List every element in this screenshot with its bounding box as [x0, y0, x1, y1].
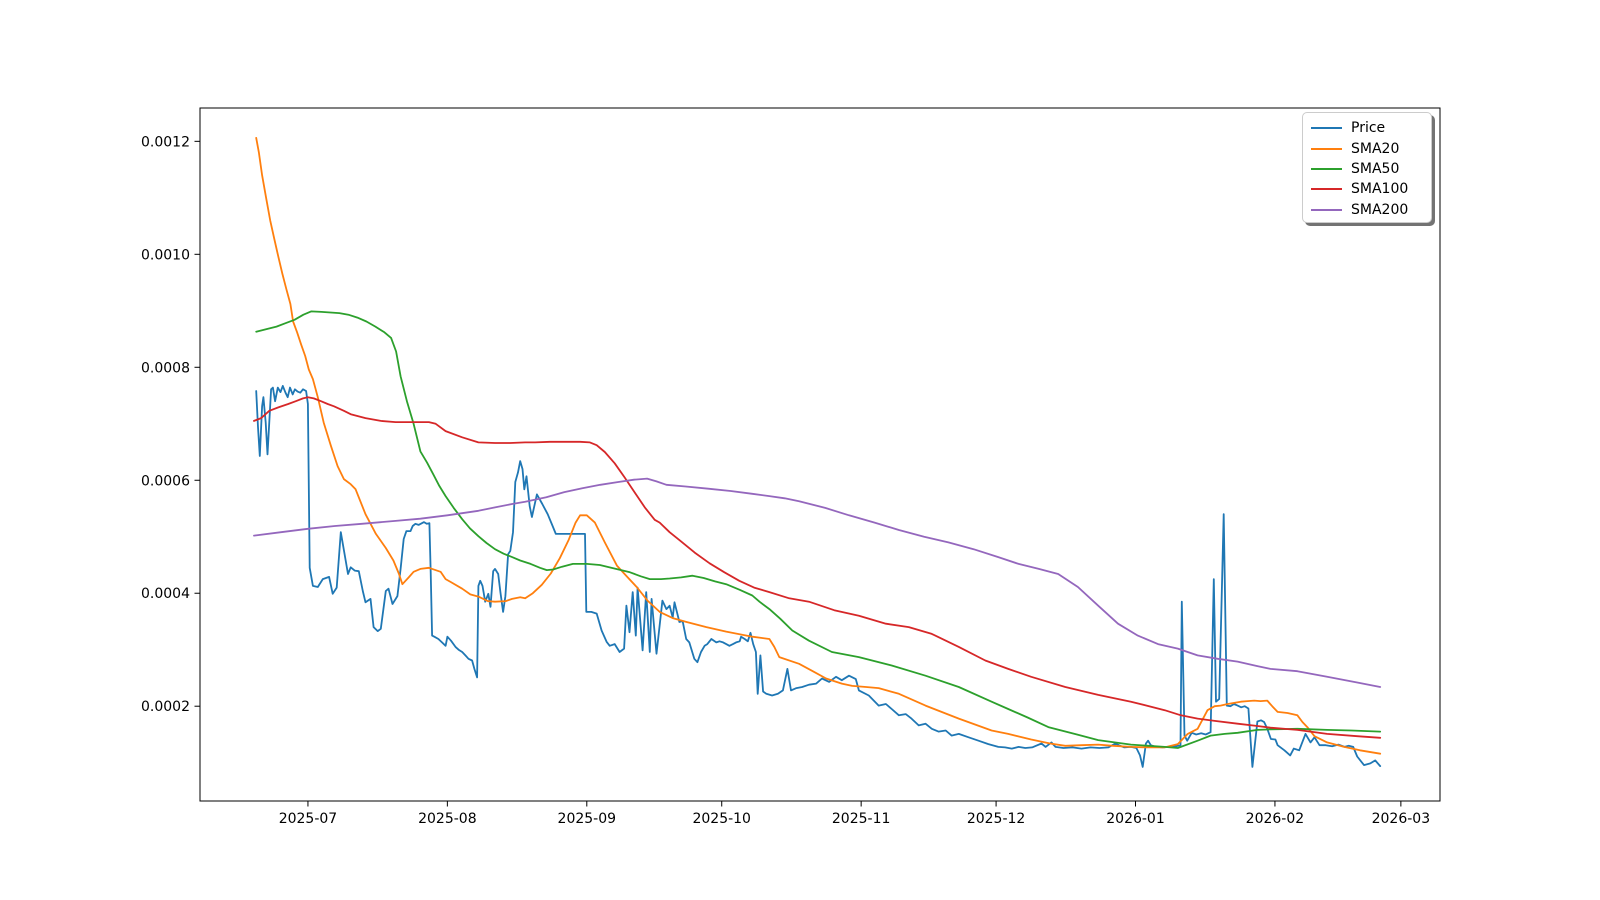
legend-label-sma200: SMA200: [1351, 201, 1409, 218]
legend-row-sma50: SMA50: [1311, 159, 1431, 179]
x-tick-label: 2025-10: [692, 811, 751, 827]
figure: 2025-07 2025-08 2025-09 2025-10 2025-11 2025-…: [0, 0, 1600, 900]
x-tick-label: 2026-03: [1372, 811, 1431, 827]
y-tick-label: 0.0010: [141, 247, 190, 263]
plot-area: [199, 107, 1441, 802]
x-tick-label: 2025-12: [967, 811, 1026, 827]
x-tick-label: 2025-11: [832, 811, 891, 827]
y-tick-label: 0.0006: [141, 473, 190, 489]
x-tick-label: 2025-07: [279, 811, 338, 827]
y-tick-label: 0.0008: [141, 360, 190, 376]
y-tick-label: 0.0004: [141, 586, 190, 602]
legend-row-sma100: SMA100: [1311, 179, 1431, 199]
sma20-line-swatch: [1311, 147, 1342, 150]
x-tick-label: 2026-02: [1246, 811, 1305, 827]
sma200-line-swatch: [1311, 208, 1342, 211]
sma100-line-swatch: [1311, 188, 1342, 191]
x-tick-label: 2026-01: [1106, 811, 1165, 827]
legend: Price SMA20 SMA50 SMA100 SMA200: [1302, 112, 1432, 223]
legend-label-sma50: SMA50: [1351, 160, 1400, 177]
y-tick-label: 0.0012: [141, 134, 190, 150]
legend-row-sma200: SMA200: [1311, 200, 1431, 220]
y-tick-label: 0.0002: [141, 699, 190, 715]
legend-row-price: Price: [1311, 118, 1431, 138]
legend-label-sma20: SMA20: [1351, 140, 1400, 157]
x-tick-label: 2025-08: [418, 811, 477, 827]
legend-label-price: Price: [1351, 120, 1386, 137]
legend-label-sma100: SMA100: [1351, 181, 1409, 198]
legend-row-sma20: SMA20: [1311, 138, 1431, 158]
sma50-line-swatch: [1311, 167, 1342, 170]
price-line-swatch: [1311, 127, 1342, 130]
x-tick-label: 2025-09: [558, 811, 617, 827]
